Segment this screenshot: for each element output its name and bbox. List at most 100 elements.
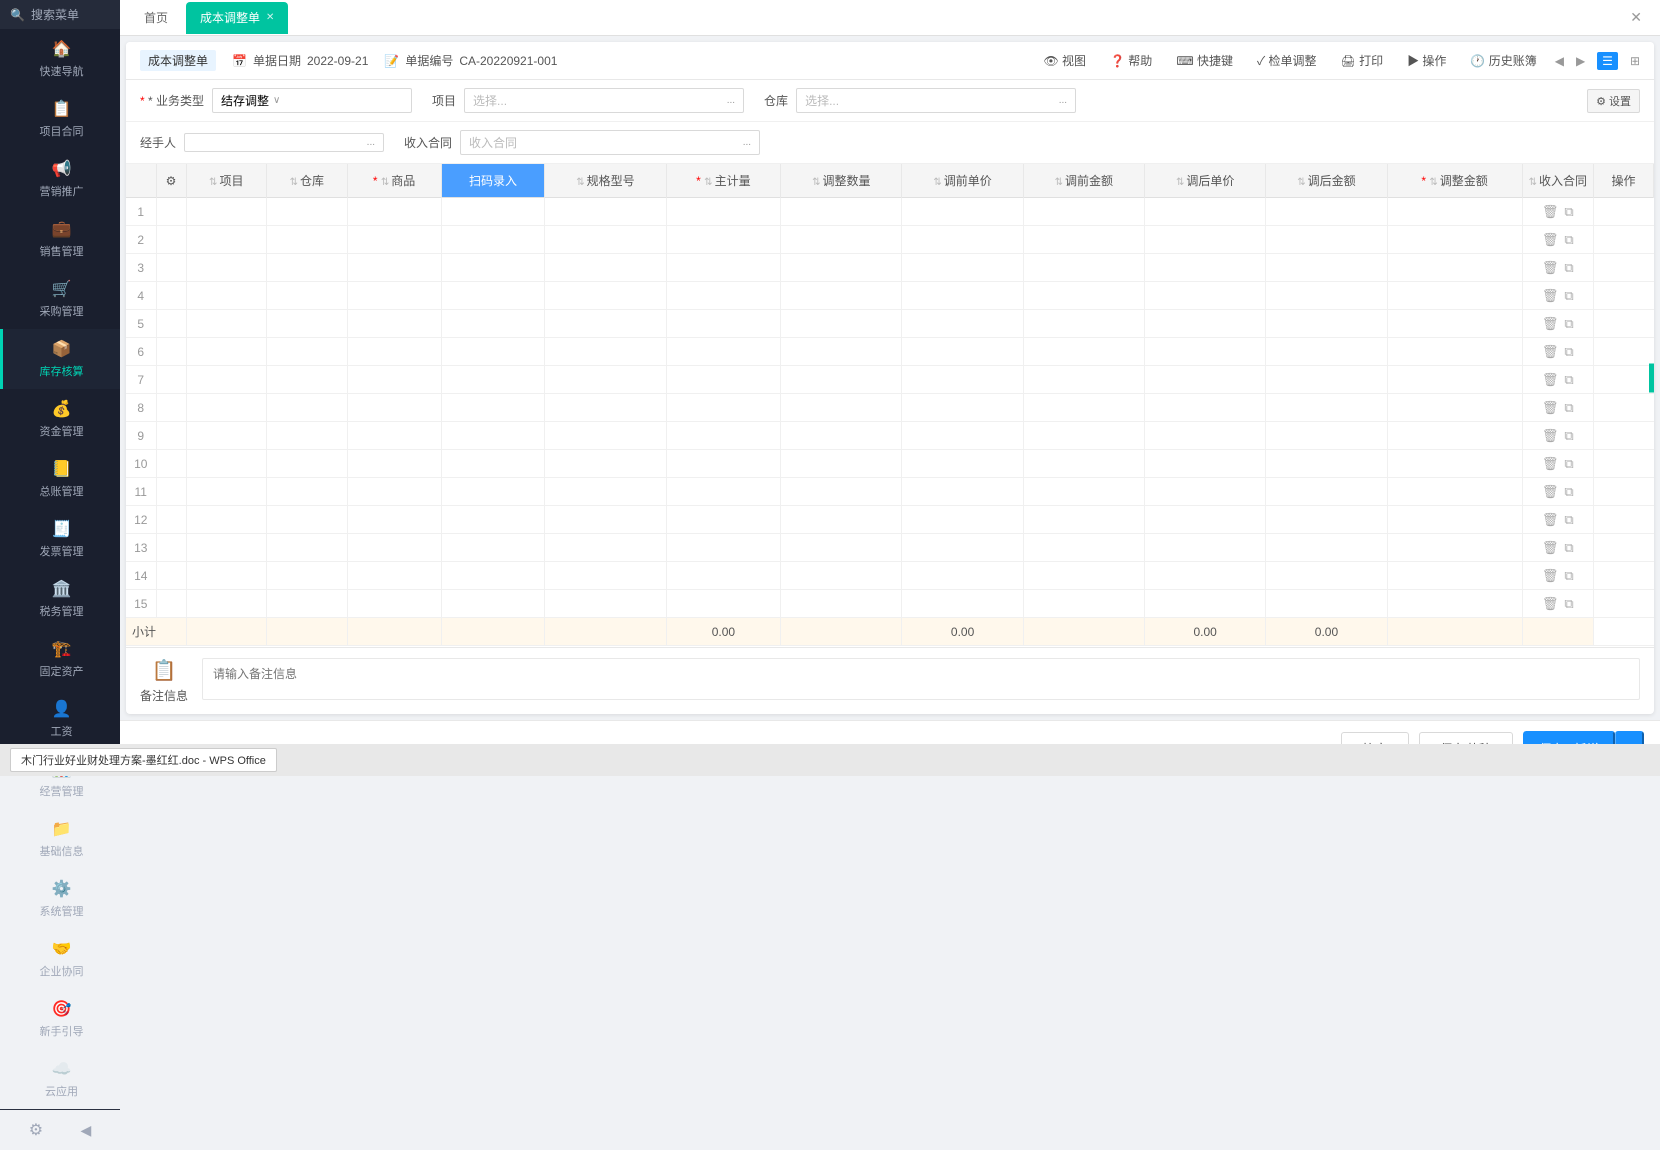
tab-bar: 首页 成本调整单 ✕ ✕: [120, 0, 1660, 36]
delete-row-icon[interactable]: 🗑: [1542, 232, 1559, 248]
delete-row-icon[interactable]: 🗑: [1542, 512, 1559, 528]
sidebar-item-invoice-mgmt[interactable]: 🧾 发票管理: [0, 509, 120, 569]
copy-row-icon[interactable]: ⧉: [1564, 260, 1573, 276]
sidebar-item-basic-info[interactable]: 📁 基础信息: [0, 809, 120, 869]
view-list-btn[interactable]: ☰: [1597, 52, 1618, 70]
subtotal-prev-amount-val: 0.00: [902, 618, 1023, 646]
sidebar-item-enterprise[interactable]: 🤝 企业协同: [0, 929, 120, 989]
row-number: 14: [126, 562, 156, 590]
shortcut-btn[interactable]: ⌨ 快捷键: [1170, 50, 1239, 71]
delete-row-icon[interactable]: 🗑: [1542, 316, 1559, 332]
sidebar-item-project-contract[interactable]: 📋 项目合同: [0, 89, 120, 149]
history-btn[interactable]: 🕐 历史账簿: [1464, 50, 1542, 71]
th-warehouse: ⇅仓库: [267, 164, 348, 198]
sidebar-item-tax-mgmt[interactable]: 🏛️ 税务管理: [0, 569, 120, 629]
sidebar-icon-inventory: 📦: [52, 339, 72, 359]
sidebar-search[interactable]: 🔍 搜索菜单: [0, 0, 120, 29]
delete-row-icon[interactable]: 🗑: [1542, 596, 1559, 612]
tab-cost-adjust[interactable]: 成本调整单 ✕: [186, 2, 288, 34]
check-adjust-btn[interactable]: ✓ 检单调整: [1251, 50, 1323, 71]
help-btn[interactable]: ❓ 帮助: [1104, 50, 1158, 71]
settings-button[interactable]: ⚙ 设置: [1587, 89, 1640, 113]
sidebar-item-sales-mgmt[interactable]: 💼 销售管理: [0, 209, 120, 269]
copy-row-icon[interactable]: ⧉: [1564, 288, 1573, 304]
table-row: 4 🗑 ⧉: [126, 282, 1654, 310]
operate-btn[interactable]: ▶ 操作: [1401, 50, 1452, 71]
sidebar-item-cloud-app[interactable]: ☁️ 云应用: [0, 1049, 120, 1109]
copy-row-icon[interactable]: ⧉: [1564, 400, 1573, 416]
sidebar-item-new-guide[interactable]: 🎯 新手引导: [0, 989, 120, 1049]
income-contract-select[interactable]: 收入合同 ...: [460, 130, 760, 155]
copy-row-icon[interactable]: ⧉: [1564, 512, 1573, 528]
print-btn[interactable]: 🖨 打印: [1335, 50, 1390, 71]
tab-close-icon[interactable]: ✕: [266, 12, 274, 23]
copy-row-icon[interactable]: ⧉: [1564, 456, 1573, 472]
delete-row-icon[interactable]: 🗑: [1542, 428, 1559, 444]
copy-row-icon[interactable]: ⧉: [1564, 316, 1573, 332]
sidebar-icon-quick-nav: 🏠: [52, 39, 72, 59]
sidebar-label-project-contract: 项目合同: [40, 123, 84, 139]
delete-row-icon[interactable]: 🗑: [1542, 568, 1559, 584]
sidebar-icon-payroll: 👤: [52, 699, 72, 719]
notes-label: 📋 备注信息: [140, 658, 188, 704]
row-number: 7: [126, 366, 156, 394]
th-scan-input[interactable]: 扫码录入: [441, 164, 545, 198]
th-settings[interactable]: ⚙: [156, 164, 186, 198]
delete-row-icon[interactable]: 🗑: [1542, 344, 1559, 360]
sidebar-item-system-mgmt[interactable]: ⚙️ 系统管理: [0, 869, 120, 929]
copy-row-icon[interactable]: ⧉: [1564, 428, 1573, 444]
sidebar-item-capital-mgmt[interactable]: 💰 资金管理: [0, 389, 120, 449]
sidebar-item-general-ledger[interactable]: 📒 总账管理: [0, 449, 120, 509]
sidebar-item-purchase-mgmt[interactable]: 🛒 采购管理: [0, 269, 120, 329]
project-ellipsis[interactable]: ...: [727, 95, 735, 106]
copy-row-icon[interactable]: ⧉: [1564, 596, 1573, 612]
doc-title-label: 成本调整单: [140, 50, 216, 71]
copy-row-icon[interactable]: ⧉: [1564, 484, 1573, 500]
copy-row-icon[interactable]: ⧉: [1564, 232, 1573, 248]
th-prev-price: ⇅调前单价: [902, 164, 1023, 198]
collapse-icon[interactable]: ◀: [81, 1122, 92, 1139]
delete-row-icon[interactable]: 🗑: [1542, 540, 1559, 556]
sidebar-label-payroll: 工资: [51, 723, 73, 739]
settings-icon[interactable]: ⚙: [29, 1120, 43, 1140]
income-contract-ellipsis[interactable]: ...: [743, 137, 751, 148]
notes-icon: 📋: [152, 658, 177, 683]
view-split-btn[interactable]: ⊞: [1630, 54, 1640, 68]
sidebar-item-sales-promo[interactable]: 📢 营销推广: [0, 149, 120, 209]
warehouse-ellipsis[interactable]: ...: [1059, 95, 1067, 106]
copy-row-icon[interactable]: ⧉: [1564, 344, 1573, 360]
view-btn[interactable]: 👁 视图: [1037, 50, 1092, 71]
copy-row-icon[interactable]: ⧉: [1564, 372, 1573, 388]
nav-prev-btn[interactable]: ◀: [1555, 54, 1564, 68]
delete-row-icon[interactable]: 🗑: [1542, 400, 1559, 416]
delete-row-icon[interactable]: 🗑: [1542, 204, 1559, 220]
delete-row-icon[interactable]: 🗑: [1542, 456, 1559, 472]
project-select[interactable]: 选择... ...: [464, 88, 744, 113]
delete-row-icon[interactable]: 🗑: [1542, 288, 1559, 304]
warehouse-select[interactable]: 选择... ...: [796, 88, 1076, 113]
notes-input[interactable]: [202, 658, 1640, 700]
sidebar-item-fixed-assets[interactable]: 🏗️ 固定资产: [0, 629, 120, 689]
window-close-button[interactable]: ✕: [1622, 5, 1650, 30]
delete-row-icon[interactable]: 🗑: [1542, 484, 1559, 500]
sidebar-icon-cloud-app: ☁️: [52, 1059, 72, 1079]
taskbar-wps-item[interactable]: 木门行业好业财处理方案-墨红红.doc - WPS Office: [10, 748, 277, 772]
delete-row-icon[interactable]: 🗑: [1542, 260, 1559, 276]
copy-row-icon[interactable]: ⧉: [1564, 204, 1573, 220]
tab-home[interactable]: 首页: [130, 2, 182, 34]
copy-row-icon[interactable]: ⧉: [1564, 568, 1573, 584]
handler-select[interactable]: ...: [184, 133, 384, 152]
delete-row-icon[interactable]: 🗑: [1542, 372, 1559, 388]
sidebar-item-payroll[interactable]: 👤 工资: [0, 689, 120, 749]
copy-row-icon[interactable]: ⧉: [1564, 540, 1573, 556]
warehouse-placeholder: 选择...: [805, 92, 839, 109]
nav-next-btn[interactable]: ▶: [1576, 54, 1585, 68]
business-type-select[interactable]: 结存调整 ∨: [212, 88, 412, 113]
sidebar-item-inventory[interactable]: 📦 库存核算: [0, 329, 120, 389]
income-contract-label: 收入合同: [404, 134, 452, 151]
handler-ellipsis[interactable]: ...: [367, 137, 375, 148]
row-number: 12: [126, 506, 156, 534]
sidebar-item-quick-nav[interactable]: 🏠 快速导航: [0, 29, 120, 89]
sidebar-icon-sales-promo: 📢: [52, 159, 72, 179]
right-edge-tab[interactable]: ◀: [1649, 364, 1654, 393]
